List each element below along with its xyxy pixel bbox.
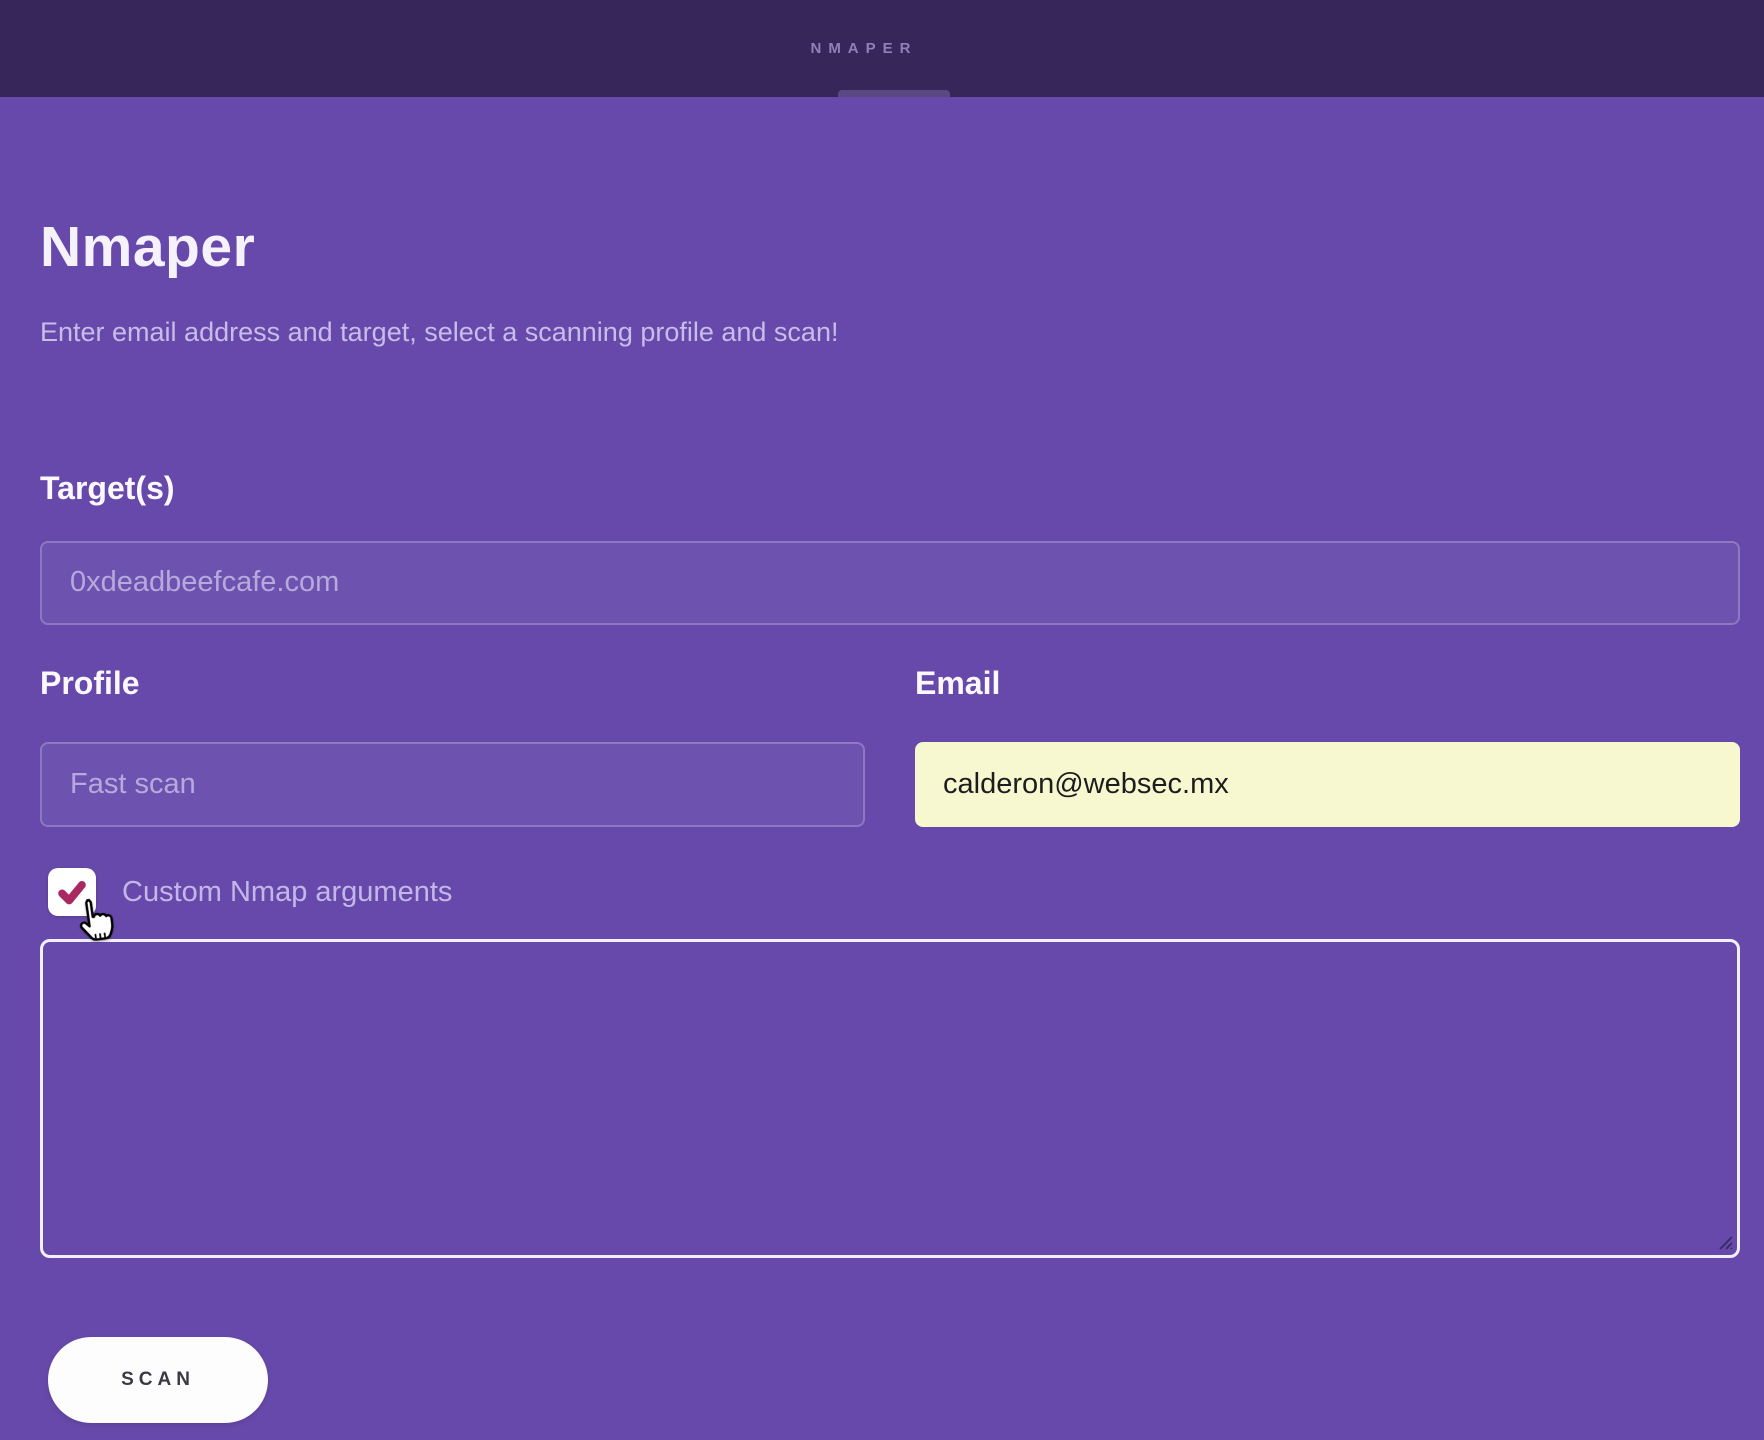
nmaper-app: NMAPER Nmaper Enter email address and ta… [0,0,1764,1440]
page-subtitle: Enter email address and target, select a… [40,316,839,347]
email-column: Email [915,664,1740,828]
main-content: Nmaper Enter email address and target, s… [0,97,1764,1424]
targets-input[interactable] [40,540,1740,625]
profile-select[interactable] [40,742,865,828]
custom-args-textarea-wrap [40,939,1740,1259]
custom-args-row: Custom Nmap arguments [48,868,1740,942]
page-title: Nmaper [40,215,256,279]
top-header: NMAPER [0,0,1764,97]
email-label: Email [915,664,1001,701]
custom-args-textarea[interactable] [40,939,1740,1259]
custom-args-label: Custom Nmap arguments [122,875,453,908]
profile-label: Profile [40,664,140,701]
profile-column: Profile [40,664,865,828]
targets-label: Target(s) [40,469,175,506]
custom-args-checkbox[interactable] [48,868,114,942]
profile-email-row: Profile Email [40,664,1740,828]
email-input[interactable] [915,742,1740,828]
header-notch [838,90,950,97]
checkmark-icon [58,881,86,905]
header-brand: NMAPER [810,40,918,57]
scan-button[interactable]: SCAN [48,1337,268,1424]
